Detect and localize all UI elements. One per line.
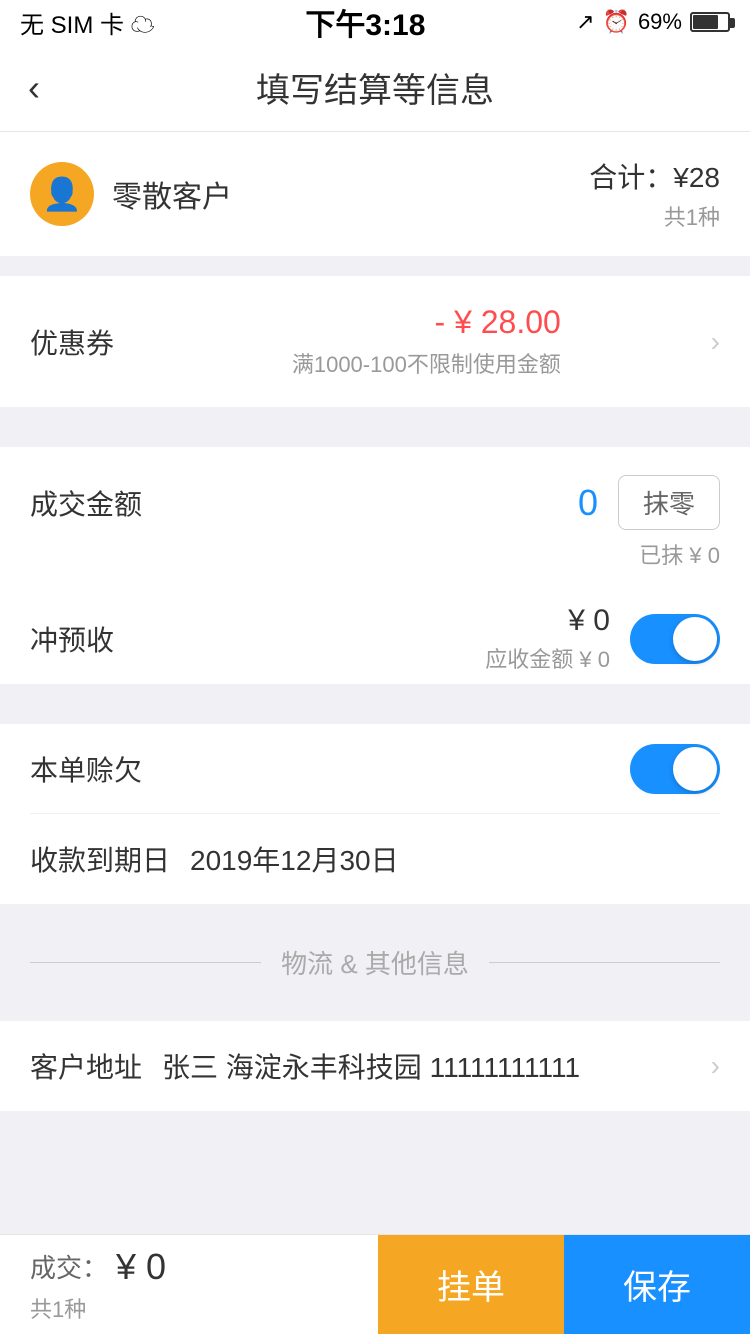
alarm-icon: ⏰ (603, 9, 630, 35)
amount-row: 成交金额 抹零 (0, 447, 750, 530)
debt-section: 本单赊欠 收款到期日 2019年12月30日 (0, 724, 750, 904)
bottom-summary-label: 成交： (30, 1248, 108, 1285)
customer-avatar: 👤 (30, 162, 94, 226)
debt-toggle-knob (673, 747, 717, 791)
prepay-main-value: ¥ 0 (485, 604, 610, 638)
customer-section: 👤 零散客户 合计：¥28 共1种 (0, 132, 750, 256)
debt-toggle[interactable] (630, 744, 720, 794)
status-time: 下午3:18 (305, 0, 425, 44)
bottom-bar: 成交： ¥ 0 共1种 挂单 保存 (0, 1234, 750, 1334)
address-row[interactable]: 客户地址 张三 海淀永丰科技园 11111111111 › (30, 1021, 720, 1111)
prepay-row: 冲预收 ¥ 0 应收金额 ¥ 0 (0, 594, 750, 684)
prepay-right: ¥ 0 应收金额 ¥ 0 (485, 604, 720, 674)
section-divider-1 (0, 407, 750, 427)
save-button[interactable]: 保存 (564, 1235, 750, 1334)
due-date-label: 收款到期日 (30, 839, 170, 879)
location-icon: ↗ (576, 9, 594, 35)
bottom-summary-amount: ¥ 0 (116, 1246, 166, 1288)
address-section: 客户地址 张三 海淀永丰科技园 11111111111 › (0, 1021, 750, 1111)
coupon-label: 优惠券 (30, 322, 150, 362)
customer-count: 共1种 (589, 200, 720, 232)
amount-sub-label: 已抹 ¥ 0 (0, 530, 750, 594)
person-icon: 👤 (42, 175, 82, 213)
coupon-arrow-icon: › (711, 326, 720, 358)
debt-label: 本单赊欠 (30, 749, 142, 789)
customer-info: 👤 零散客户 (30, 162, 232, 226)
amount-label: 成交金额 (30, 483, 142, 523)
round-zero-button[interactable]: 抹零 (618, 475, 720, 530)
prepay-toggle[interactable] (630, 614, 720, 664)
sim-label: 无 SIM 卡 ☁ (20, 5, 155, 40)
status-left: 无 SIM 卡 ☁ (20, 5, 155, 40)
status-bar: 无 SIM 卡 ☁ 下午3:18 ↗ ⏰ 69% (0, 0, 750, 44)
debt-row: 本单赊欠 (30, 724, 720, 814)
bottom-summary: 成交： ¥ 0 共1种 (0, 1246, 378, 1324)
nav-bar: ‹ 填写结算等信息 (0, 44, 750, 132)
bottom-amount-row: 成交： ¥ 0 (30, 1246, 348, 1288)
due-date-row: 收款到期日 2019年12月30日 (30, 814, 720, 904)
logistics-divider: 物流 & 其他信息 (30, 944, 720, 981)
prepay-sub-value: 应收金额 ¥ 0 (485, 642, 610, 674)
section-divider-2 (0, 684, 750, 704)
battery-icon (690, 12, 730, 32)
back-button[interactable]: ‹ (28, 67, 40, 109)
amount-right: 抹零 (518, 475, 720, 530)
coupon-row[interactable]: 优惠券 - ¥ 28.00 满1000-100不限制使用金额 › (0, 276, 750, 407)
bottom-count: 共1种 (30, 1292, 348, 1324)
address-label: 客户地址 (30, 1046, 142, 1086)
logistics-label: 物流 & 其他信息 (281, 944, 469, 981)
coupon-discount-value: - ¥ 28.00 (435, 304, 561, 341)
toggle-knob (673, 617, 717, 661)
battery-label: 69% (638, 9, 682, 35)
amount-input[interactable] (518, 482, 598, 524)
amount-section: 成交金额 抹零 已抹 ¥ 0 冲预收 ¥ 0 应收金额 ¥ 0 (0, 447, 750, 684)
logistics-line-left (30, 962, 261, 963)
logistics-section: 物流 & 其他信息 (0, 924, 750, 1001)
customer-totals: 合计：¥28 共1种 (589, 156, 720, 232)
customer-total-amount: 合计：¥28 (589, 156, 720, 196)
coupon-description: 满1000-100不限制使用金额 (292, 347, 561, 379)
address-value: 张三 海淀永丰科技园 11111111111 (162, 1046, 580, 1086)
address-arrow-icon: › (711, 1050, 720, 1082)
customer-name: 零散客户 (112, 172, 232, 216)
due-date-value: 2019年12月30日 (190, 839, 399, 879)
prepay-values: ¥ 0 应收金额 ¥ 0 (485, 604, 610, 674)
status-right: ↗ ⏰ 69% (576, 9, 730, 35)
logistics-line-right (489, 962, 720, 963)
address-left: 客户地址 张三 海淀永丰科技园 11111111111 (30, 1046, 580, 1086)
coupon-section: 优惠券 - ¥ 28.00 满1000-100不限制使用金额 › (0, 276, 750, 407)
page-title: 填写结算等信息 (256, 63, 494, 112)
prepay-label: 冲预收 (30, 619, 114, 659)
hold-button[interactable]: 挂单 (378, 1235, 564, 1334)
coupon-right: - ¥ 28.00 满1000-100不限制使用金额 (292, 304, 561, 379)
